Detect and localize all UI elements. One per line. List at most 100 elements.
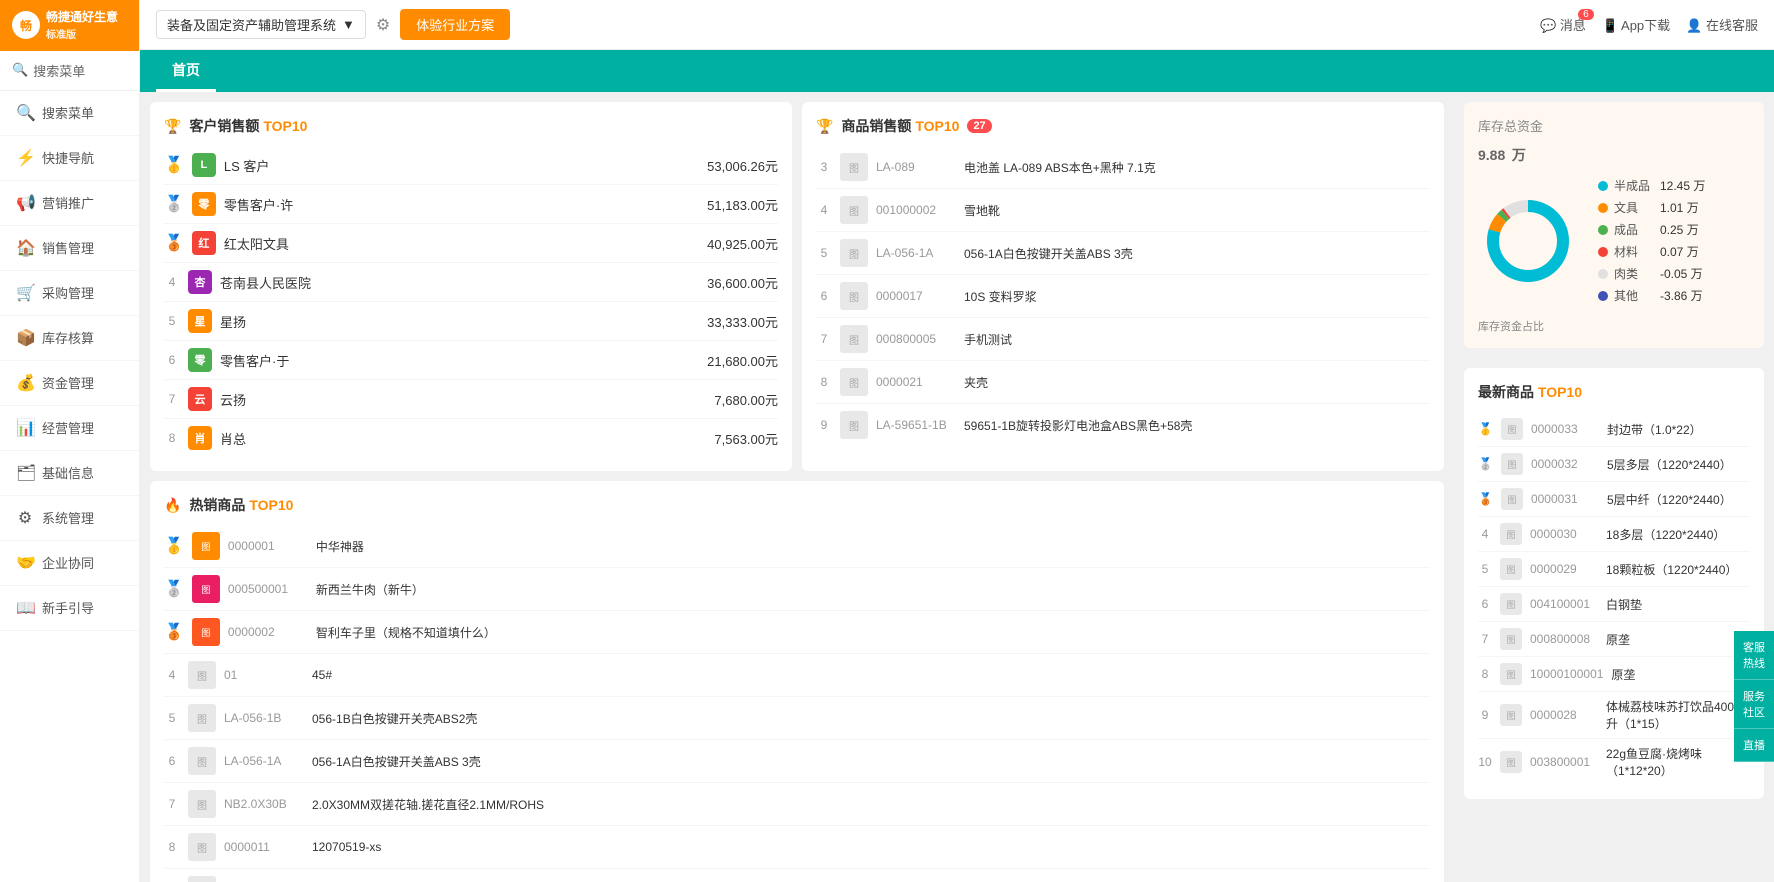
sidebar-item-10[interactable]: 🤝企业协同 (0, 541, 139, 586)
legend-label: 其他 (1614, 287, 1654, 304)
product-ranking-card: 🏆 商品销售额 TOP10 27 3 图 LA-089 电池盖 LA-089 A… (802, 102, 1444, 471)
logo-title: 畅捷通好生意 (46, 10, 118, 26)
nav-icon-7: 📊 (16, 418, 34, 438)
customer-list-item: 4 杏 苍南县人民医院 36,600.00元 (164, 263, 778, 302)
legend-label: 材料 (1614, 243, 1654, 260)
donut-chart (1478, 191, 1578, 291)
system-selector[interactable]: 装备及固定资产辅助管理系统 ▼ (156, 10, 366, 39)
product-name: 夹壳 (964, 374, 1430, 391)
product-name: 59651-1B旋转投影灯电池盒ABS黑色+58壳 (964, 417, 1430, 434)
product-img: 图 (840, 196, 868, 224)
newest-code: 0000033 (1531, 422, 1599, 436)
customer-ranking-card: 🏆 客户销售额 TOP10 🥇 L LS 客户 53,006.26元 🥈 零 零… (150, 102, 792, 471)
rank-number: 6 (164, 353, 180, 367)
rank-number: 8 (1478, 667, 1492, 681)
nav-icon-4: 🛒 (16, 283, 34, 303)
legend-color (1598, 203, 1608, 213)
left-panel: 🏆 客户销售额 TOP10 🥇 L LS 客户 53,006.26元 🥈 零 零… (140, 92, 1454, 882)
float-btn-1[interactable]: 服务 社区 (1734, 680, 1774, 729)
newest-product-item: 🥈 图 0000032 5层多层（1220*2440） (1478, 447, 1750, 482)
rank-number: 9 (1478, 708, 1492, 722)
trophy-icon: 🏆 (164, 118, 181, 135)
customer-list-item: 7 云 云扬 7,680.00元 (164, 380, 778, 419)
newest-product-img: 图 (1501, 418, 1523, 440)
newest-code: 000800008 (1530, 632, 1598, 646)
sidebar-item-9[interactable]: ⚙ 系统管理 (0, 496, 139, 541)
nav-label-9: 系统管理 (42, 508, 94, 527)
logo-subtitle: 标准版 (46, 26, 118, 41)
product-code: 0000017 (876, 289, 956, 303)
sidebar-item-1[interactable]: ⚡快捷导航 (0, 136, 139, 181)
sidebar-item-3[interactable]: 🏠销售管理 (0, 226, 139, 271)
rank-number: 7 (164, 392, 180, 406)
newest-product-item: 9 图 0000028 体械荔枝味苏打饮品400毫升（1*15） (1478, 692, 1750, 739)
customer-name: 红太阳文具 (224, 234, 699, 253)
inventory-total-label: 库存总资金 (1478, 116, 1750, 135)
product-ranking-item: 5 图 LA-056-1A 056-1A白色按键开关盖ABS 3壳 (816, 232, 1430, 275)
sidebar-item-5[interactable]: 📦库存核算 (0, 316, 139, 361)
messages-badge[interactable]: 💬 消息 6 (1540, 15, 1586, 34)
service-icon: 👤 (1686, 18, 1702, 33)
product-name: 45# (312, 668, 1430, 682)
sidebar-item-6[interactable]: 💰资金管理 (0, 361, 139, 406)
trial-button[interactable]: 体验行业方案 (400, 9, 510, 40)
medal-icon: 🥉 (164, 233, 184, 253)
phone-icon: 📱 (1602, 18, 1618, 33)
gear-icon[interactable]: ⚙ (376, 15, 390, 35)
legend-label: 成品 (1614, 221, 1654, 238)
product-code: LA-056-1A (876, 246, 956, 260)
legend-color (1598, 225, 1608, 235)
product-code: 01 (224, 668, 304, 682)
customer-ranking-label: 客户销售额 TOP10 (189, 116, 307, 136)
sidebar-item-0[interactable]: 🔍搜索菜单 (0, 91, 139, 136)
nav-icon-8: 🗂 (16, 463, 34, 483)
system-name: 装备及固定资产辅助管理系统 (167, 15, 336, 34)
right-panel: 库存总资金 9.88 万 (1454, 92, 1774, 882)
legend-item: 材料 0.07 万 (1598, 243, 1705, 260)
legend-label: 文具 (1614, 199, 1654, 216)
product-code: 000500001 (228, 582, 308, 596)
newest-code: 0000028 (1530, 708, 1598, 722)
nav-icon-0: 🔍 (16, 103, 34, 123)
home-tab[interactable]: 首页 (156, 50, 216, 92)
hot-product-item: 🥉 图 0000002 智利车子里（规格不知道填什么） (164, 611, 1430, 654)
product-thumbnail: 图 (188, 876, 216, 882)
customer-value: 51,183.00元 (707, 195, 778, 214)
newest-product-item: 6 图 004100001 白钢垫 (1478, 587, 1750, 622)
product-name: 10S 变料罗浆 (964, 288, 1430, 305)
sidebar-nav: 🔍搜索菜单⚡快捷导航📢营销推广🏠销售管理🛒采购管理📦库存核算💰资金管理📊经营管理… (0, 91, 139, 631)
nav-icon-9: ⚙ (16, 508, 34, 528)
sidebar-item-4[interactable]: 🛒采购管理 (0, 271, 139, 316)
legend-value: 0.07 万 (1660, 243, 1699, 260)
product-thumbnail: 图 (192, 575, 220, 603)
product-img: 图 (840, 153, 868, 181)
sidebar-item-2[interactable]: 📢营销推广 (0, 181, 139, 226)
hot-product-item: 9 图 KK-SD22110H 花语萌偶温分腿睡袋（厚款） (164, 869, 1430, 882)
search-menu-area[interactable]: 🔍 搜索菜单 (0, 51, 139, 91)
sidebar-item-7[interactable]: 📊经营管理 (0, 406, 139, 451)
nav-icon-10: 🤝 (16, 553, 34, 573)
newest-code: 10000100001 (1530, 667, 1603, 681)
product-ranking-item: 8 图 0000021 夹壳 (816, 361, 1430, 404)
product-code: 0000021 (876, 375, 956, 389)
sidebar-item-11[interactable]: 📖新手引导 (0, 586, 139, 631)
newest-name: 白钢垫 (1606, 596, 1750, 613)
main-area: 装备及固定资产辅助管理系统 ▼ ⚙ 体验行业方案 💬 消息 6 📱 App下载 … (140, 0, 1774, 882)
legend-value: 1.01 万 (1660, 199, 1699, 216)
product-code: 0000011 (224, 840, 304, 854)
float-btn-2[interactable]: 直播 (1734, 729, 1774, 762)
product-thumbnail: 图 (192, 618, 220, 646)
search-menu-button[interactable]: 🔍 搜索菜单 (12, 61, 85, 80)
customer-list-item: 🥈 零 零售客户·许 51,183.00元 (164, 185, 778, 224)
app-download[interactable]: 📱 App下载 (1602, 15, 1670, 34)
product-code: LA-59651-1B (876, 418, 956, 432)
hot-products-list: 🥇 图 0000001 中华神器 🥈 图 000500001 新西兰牛肉（新牛）… (164, 525, 1430, 882)
hot-product-item: 🥈 图 000500001 新西兰牛肉（新牛） (164, 568, 1430, 611)
float-btn-0[interactable]: 客服 热线 (1734, 631, 1774, 680)
nav-icon-2: 📢 (16, 193, 34, 213)
legend-value: -3.86 万 (1660, 287, 1703, 304)
sidebar-item-8[interactable]: 🗂基础信息 (0, 451, 139, 496)
online-service[interactable]: 👤 在线客服 (1686, 15, 1758, 34)
customer-list-item: 8 肖 肖总 7,563.00元 (164, 419, 778, 457)
page-tabs: 首页 (140, 50, 1774, 92)
